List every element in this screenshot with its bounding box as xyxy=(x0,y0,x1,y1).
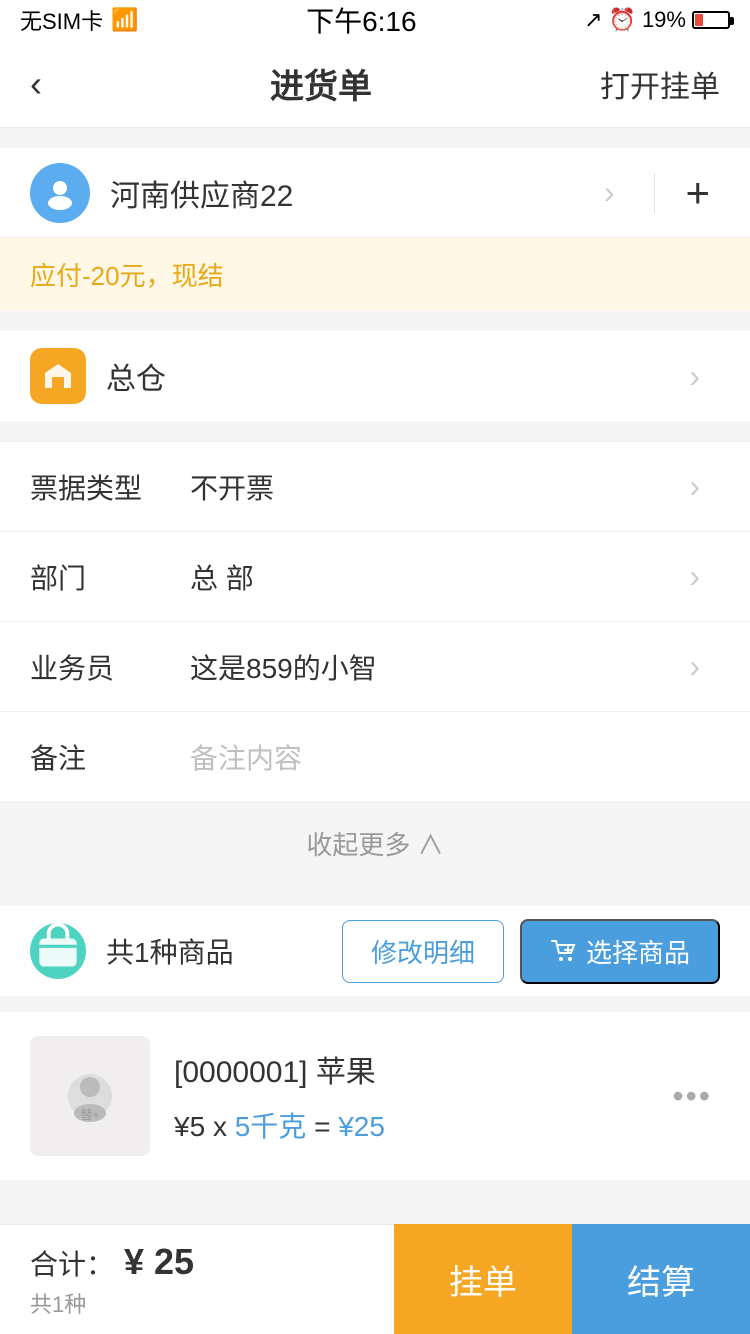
location-icon: ↗ xyxy=(584,7,602,33)
gap-4 xyxy=(0,886,750,906)
salesman-row[interactable]: 业务员 这是859的小智 › xyxy=(0,621,750,711)
product-item: 替+ [0000001] 苹果 ¥5 x 5千克 = ¥25 ••• xyxy=(0,1012,750,1180)
nav-bar: ‹ 进货单 打开挂单 xyxy=(0,40,750,128)
quantity: 5千克 xyxy=(235,1111,307,1142)
invoice-value: 不开票 xyxy=(190,467,689,507)
warehouse-name: 总仓 xyxy=(106,354,689,398)
carrier-text: 无SIM卡 xyxy=(20,4,103,36)
total-area: 合计： ¥ 25 共1种 xyxy=(0,1224,394,1334)
supplier-avatar xyxy=(30,163,90,223)
invoice-label: 票据类型 xyxy=(30,467,190,507)
supplier-divider xyxy=(654,173,655,213)
product-placeholder-icon: 替+ xyxy=(55,1061,125,1131)
checkout-button[interactable]: 结算 xyxy=(572,1224,750,1334)
back-button[interactable]: ‹ xyxy=(30,63,42,105)
svg-text:替+: 替+ xyxy=(80,1108,99,1122)
supplier-section: 河南供应商22 › + 应付-20元，现结 xyxy=(0,148,750,311)
department-chevron-icon: › xyxy=(689,558,700,595)
product-title: 苹果 xyxy=(316,1056,376,1089)
remark-placeholder: 备注内容 xyxy=(190,737,720,777)
salesman-chevron-icon: › xyxy=(689,648,700,685)
supplier-name: 河南供应商22 xyxy=(110,171,604,215)
unit-price: ¥5 xyxy=(174,1111,205,1142)
open-hang-button[interactable]: 打开挂单 xyxy=(600,62,720,106)
status-left: 无SIM卡 📶 xyxy=(20,4,139,36)
products-count: 共1种商品 xyxy=(106,931,342,971)
cart-icon xyxy=(550,939,578,963)
product-code: [0000001] xyxy=(174,1056,307,1089)
battery-percent: 19% xyxy=(642,7,686,33)
battery-icon xyxy=(692,11,730,29)
modify-detail-button[interactable]: 修改明细 xyxy=(342,920,504,983)
total-sub: 共1种 xyxy=(30,1287,364,1319)
total-text: 合计： xyxy=(30,1243,114,1283)
warehouse-icon xyxy=(30,348,86,404)
status-right: ↗ ⏰ 19% xyxy=(584,7,730,33)
select-product-label: 选择商品 xyxy=(586,933,690,970)
price-sep: x xyxy=(213,1111,235,1142)
equals: = xyxy=(314,1111,338,1142)
product-price: ¥5 x 5千克 = ¥25 xyxy=(174,1105,664,1145)
warehouse-chevron-icon: › xyxy=(689,358,700,395)
remark-label: 备注 xyxy=(30,737,190,777)
alarm-icon: ⏰ xyxy=(609,7,636,33)
product-name: [0000001] 苹果 xyxy=(174,1047,664,1091)
department-label: 部门 xyxy=(30,557,190,597)
products-header: 共1种商品 修改明细 选择商品 xyxy=(0,906,750,996)
wifi-icon: 📶 xyxy=(111,7,138,33)
status-bar: 无SIM卡 📶 下午6:16 ↗ ⏰ 19% xyxy=(0,0,750,40)
invoice-chevron-icon: › xyxy=(689,468,700,505)
salesman-value: 这是859的小智 xyxy=(190,647,689,687)
collapse-button[interactable]: 收起更多 ∧ xyxy=(0,801,750,886)
hang-button[interactable]: 挂单 xyxy=(394,1224,572,1334)
total-label: 合计： ¥ 25 xyxy=(30,1241,364,1283)
gap-1 xyxy=(0,128,750,148)
supplier-chevron-icon: › xyxy=(604,174,615,211)
department-value: 总 部 xyxy=(190,557,689,597)
bottom-bar: 合计： ¥ 25 共1种 挂单 结算 xyxy=(0,1224,750,1334)
supplier-row[interactable]: 河南供应商22 › + xyxy=(0,148,750,238)
status-time: 下午6:16 xyxy=(306,0,417,40)
warehouse-row[interactable]: 总仓 › xyxy=(0,331,750,421)
select-product-button[interactable]: 选择商品 xyxy=(520,919,720,984)
total-amount: ¥ 25 xyxy=(124,1241,194,1283)
gap-3 xyxy=(0,421,750,441)
item-total: ¥25 xyxy=(338,1111,385,1142)
warning-bar: 应付-20元，现结 xyxy=(0,238,750,311)
invoice-row[interactable]: 票据类型 不开票 › xyxy=(0,441,750,531)
add-button[interactable]: + xyxy=(675,169,720,217)
page-title: 进货单 xyxy=(270,59,372,108)
product-info: [0000001] 苹果 ¥5 x 5千克 = ¥25 xyxy=(174,1047,664,1145)
products-icon xyxy=(30,923,86,979)
form-section: 票据类型 不开票 › 部门 总 部 › 业务员 这是859的小智 › 备注 备注… xyxy=(0,441,750,801)
product-thumbnail: 替+ xyxy=(30,1036,150,1156)
salesman-label: 业务员 xyxy=(30,647,190,687)
department-row[interactable]: 部门 总 部 › xyxy=(0,531,750,621)
more-options-button[interactable]: ••• xyxy=(664,1070,720,1123)
remark-row[interactable]: 备注 备注内容 xyxy=(0,711,750,801)
gap-2 xyxy=(0,311,750,331)
warehouse-section: 总仓 › xyxy=(0,331,750,421)
